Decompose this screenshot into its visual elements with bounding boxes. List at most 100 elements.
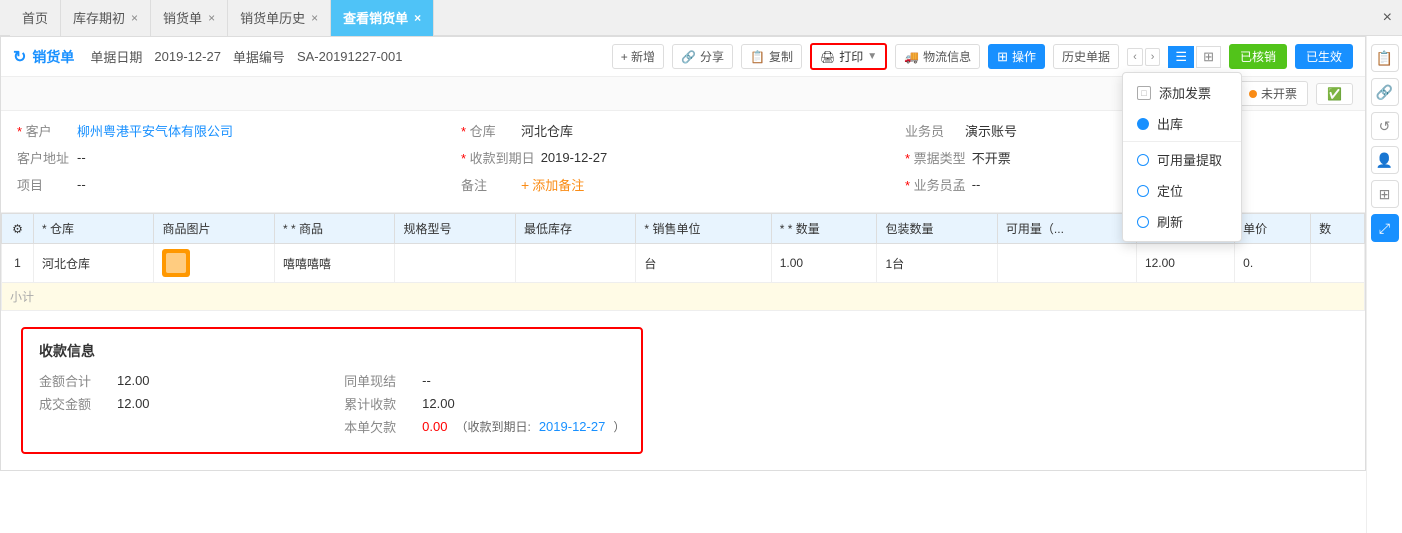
payment-owed-close: ） [613, 418, 625, 435]
not-open-btn[interactable]: 未开票 [1238, 81, 1308, 106]
th-quantity: * * 数量 [771, 214, 877, 244]
sidebar-icon-3[interactable]: ↺ [1371, 112, 1399, 140]
row-product: 嘻嘻嘻嘻 [274, 244, 394, 283]
payment-key-same-settle: 同单现结 [344, 371, 414, 390]
menu-item-available-qty[interactable]: 可用量提取 [1123, 144, 1241, 175]
note-field: 备注 + 添加备注 [461, 175, 905, 194]
list-view-btn[interactable]: ☰ [1168, 46, 1194, 68]
payment-key-deal: 成交金额 [39, 394, 109, 413]
row-sales-unit: 台 [636, 244, 771, 283]
th-pack-qty: 包装数量 [877, 214, 997, 244]
payment-val-same-settle: -- [422, 373, 431, 388]
address-value: -- [77, 150, 86, 165]
grid-view-btn[interactable]: ⊞ [1196, 46, 1221, 68]
tab-close-sales[interactable]: × [208, 11, 215, 25]
payment-col-right: 同单现结 -- 累计收款 12.00 本单欠款 0.00 （收款到期日: 201… [344, 371, 625, 440]
logistics-button[interactable]: 🚚 物流信息 [895, 44, 980, 69]
prev-arrow[interactable]: ‹ [1127, 48, 1143, 66]
add-note-btn[interactable]: + 添加备注 [521, 175, 584, 194]
row-price: 0. [1235, 244, 1311, 283]
payment-row-deal: 成交金额 12.00 [39, 394, 320, 413]
date-label: 单据日期 [90, 47, 142, 66]
payment-val-total: 12.00 [117, 373, 150, 388]
payment-col-left: 金额合计 12.00 成交金额 12.00 [39, 371, 320, 440]
ticket-type-value: 不开票 [972, 148, 1011, 167]
project-value: -- [77, 177, 86, 192]
tab-close-inventory[interactable]: × [131, 11, 138, 25]
add-button[interactable]: + 新增 [612, 44, 664, 69]
tab-inventory-init[interactable]: 库存期初 × [61, 0, 151, 36]
sidebar-icon-4[interactable]: 👤 [1371, 146, 1399, 174]
th-sales-unit: * 销售单位 [636, 214, 771, 244]
tab-view-sales[interactable]: 查看销货单 × [331, 0, 434, 36]
product-image-thumb [162, 249, 190, 277]
menu-item-locate[interactable]: 定位 [1123, 175, 1241, 206]
payment-key-total: 金额合计 [39, 371, 109, 390]
th-available: 可用量（... [997, 214, 1136, 244]
sidebar-icon-2[interactable]: 🔗 [1371, 78, 1399, 106]
tab-close-history[interactable]: × [311, 11, 318, 25]
tab-bar-close-button[interactable]: × [1383, 9, 1392, 27]
payment-val-cumulative: 12.00 [422, 396, 455, 411]
payment-owed-suffix: （收款到期日: [455, 418, 530, 435]
customer-value[interactable]: 柳州粤港平安气体有限公司 [77, 121, 233, 140]
operation-button[interactable]: ⊞ 操作 [988, 44, 1045, 69]
refresh-icon [1137, 216, 1149, 228]
payment-grid: 金额合计 12.00 成交金额 12.00 同单现结 -- [39, 371, 625, 440]
payment-key-owed: 本单欠款 [344, 417, 414, 436]
note-label: 备注 [461, 175, 521, 194]
number-value: SA-20191227-001 [297, 49, 403, 64]
print-button[interactable]: 🖨 打印 ▼ [810, 43, 887, 70]
project-label: 项目 [17, 175, 77, 194]
effective-badge[interactable]: 已生效 [1295, 44, 1353, 69]
tab-sales-history[interactable]: 销货单历史 × [228, 0, 331, 36]
sold-badge[interactable]: 已核销 [1229, 44, 1287, 69]
payment-due-date: 2019-12-27 [539, 419, 606, 434]
menu-item-refresh[interactable]: 刷新 [1123, 206, 1241, 237]
sales-emp-value: -- [972, 177, 981, 192]
sidebar-icon-5[interactable]: ⊞ [1371, 180, 1399, 208]
row-available [997, 244, 1136, 283]
menu-item-add-invoice[interactable]: □ 添加发票 [1123, 77, 1241, 108]
sidebar-icon-expand[interactable]: ⤢ [1371, 214, 1399, 242]
row-index: 1 [2, 244, 34, 283]
add-invoice-icon: □ [1137, 86, 1151, 100]
doc-header: ↻ 销货单 单据日期 2019-12-27 单据编号 SA-20191227-0… [1, 37, 1365, 77]
th-gear[interactable]: ⚙ [2, 214, 34, 244]
confirmed-btn[interactable]: ✅ [1316, 83, 1353, 105]
copy-button[interactable]: 📋 复制 [741, 44, 802, 69]
next-arrow[interactable]: › [1145, 48, 1161, 66]
doc-actions: + 新增 🔗 分享 📋 复制 🖨 打印 ▼ 🚚 物流信息 [612, 43, 1353, 70]
row-extra [1311, 244, 1365, 283]
project-field: 项目 -- [17, 175, 461, 194]
payment-row-owed: 本单欠款 0.00 （收款到期日: 2019-12-27 ） [344, 417, 625, 436]
share-button[interactable]: 🔗 分享 [672, 44, 733, 69]
operation-dropdown: □ 添加发票 出库 可用量提取 定位 刷新 [1122, 72, 1242, 242]
warehouse-field: 仓库 河北仓库 [461, 121, 905, 140]
locate-icon [1137, 185, 1149, 197]
payment-row-same-settle: 同单现结 -- [344, 371, 625, 390]
payment-date-value: 2019-12-27 [541, 150, 608, 165]
subtotal-label: 小计 [2, 283, 1365, 311]
payment-val-deal: 12.00 [117, 396, 150, 411]
th-product: * * 商品 [274, 214, 394, 244]
row-min-stock [515, 244, 635, 283]
right-sidebar: 📋 🔗 ↺ 👤 ⊞ ⤢ [1366, 36, 1402, 533]
payment-date-label: 收款到期日 [461, 148, 541, 167]
customer-field: 客户 柳州粤港平安气体有限公司 [17, 121, 461, 140]
th-req-warehouse: * 仓库 [34, 214, 154, 244]
tab-sales-order[interactable]: 销货单 × [151, 0, 228, 36]
warehouse-label: 仓库 [461, 121, 521, 140]
tab-home[interactable]: 首页 [10, 0, 61, 36]
history-button[interactable]: 历史单据 [1053, 44, 1119, 69]
payment-row-cumulative: 累计收款 12.00 [344, 394, 625, 413]
payment-section-wrap: 收款信息 金额合计 12.00 成交金额 12.00 [1, 311, 1365, 470]
view-toggle: ☰ ⊞ [1168, 46, 1221, 68]
doc-meta: 单据日期 2019-12-27 单据编号 SA-20191227-001 [90, 47, 402, 66]
tab-bar: 首页 库存期初 × 销货单 × 销货单历史 × 查看销货单 × × [0, 0, 1402, 36]
tab-close-view[interactable]: × [414, 11, 421, 25]
payment-title: 收款信息 [39, 341, 625, 361]
th-extra: 数 [1311, 214, 1365, 244]
menu-item-outbound[interactable]: 出库 [1123, 108, 1241, 139]
sidebar-icon-1[interactable]: 📋 [1371, 44, 1399, 72]
